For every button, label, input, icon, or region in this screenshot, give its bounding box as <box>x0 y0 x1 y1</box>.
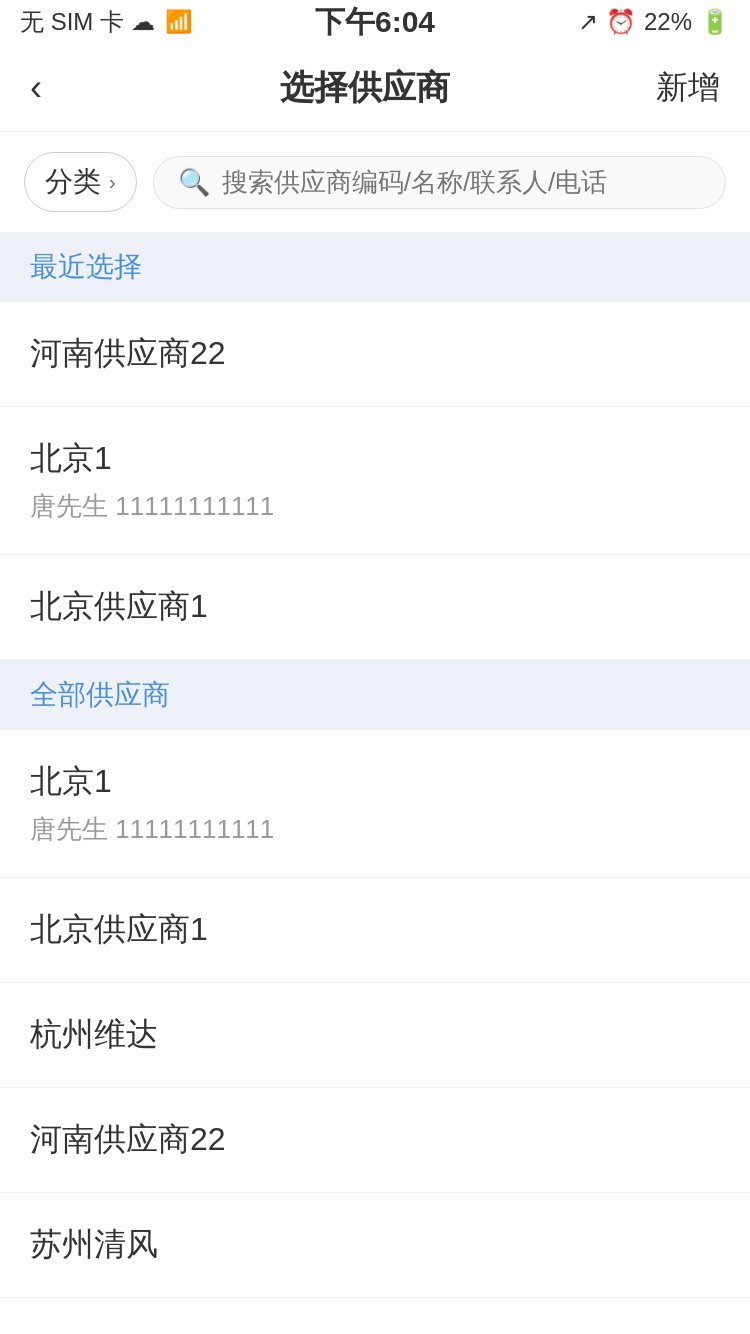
recent-section-label: 最近选择 <box>30 251 142 282</box>
location-icon: ↗ <box>578 8 598 36</box>
recent-section-header: 最近选择 <box>0 232 750 302</box>
list-item[interactable]: 河南供应商22 <box>0 1088 750 1193</box>
supplier-name: 河南供应商22 <box>30 332 720 376</box>
list-item[interactable]: 北京供应商1 <box>0 555 750 660</box>
supplier-name: 北京供应商1 <box>30 908 720 952</box>
back-button[interactable]: ‹ <box>30 67 90 109</box>
chevron-right-icon: › <box>109 171 116 194</box>
search-icon: 🔍 <box>178 167 210 198</box>
battery-icon: 🔋 <box>700 8 730 36</box>
status-time: 下午6:04 <box>315 2 435 43</box>
category-button[interactable]: 分类 › <box>24 152 137 212</box>
nav-bar: ‹ 选择供应商 新增 <box>0 44 750 132</box>
list-item[interactable]: 河南供应商22 <box>0 302 750 407</box>
filter-bar: 分类 › 🔍 <box>0 132 750 232</box>
list-item[interactable]: 北京1 唐先生 11111111111 <box>0 407 750 555</box>
recent-list: 河南供应商22 北京1 唐先生 11111111111 北京供应商1 <box>0 302 750 660</box>
list-item[interactable]: 杭州维达 <box>0 983 750 1088</box>
status-bar: 无 SIM 卡 ☁ 📶 下午6:04 ↗ ⏰ 22% 🔋 <box>0 0 750 44</box>
wifi-icon: 📶 <box>165 9 192 35</box>
all-section-label: 全部供应商 <box>30 679 170 710</box>
status-right: ↗ ⏰ 22% 🔋 <box>578 8 730 36</box>
supplier-name: 北京1 <box>30 437 720 481</box>
supplier-name: 北京1 <box>30 760 720 804</box>
supplier-name: 苏州清风 <box>30 1223 720 1267</box>
add-button[interactable]: 新增 <box>640 66 720 110</box>
supplier-name: 北京供应商1 <box>30 585 720 629</box>
all-section-header: 全部供应商 <box>0 660 750 730</box>
supplier-sub: 唐先生 11111111111 <box>30 489 720 524</box>
supplier-name: 杭州维达 <box>30 1013 720 1057</box>
search-box: 🔍 <box>153 156 726 209</box>
supplier-name: 河南供应商22 <box>30 1118 720 1162</box>
status-left: 无 SIM 卡 ☁ 📶 <box>20 6 192 38</box>
no-sim-label: 无 SIM 卡 ☁ <box>20 6 155 38</box>
search-input[interactable] <box>222 167 701 198</box>
list-item[interactable]: 北京1 唐先生 11111111111 <box>0 730 750 878</box>
supplier-sub: 唐先生 11111111111 <box>30 812 720 847</box>
battery-label: 22% <box>644 8 692 36</box>
page-title: 选择供应商 <box>90 65 640 111</box>
list-item[interactable]: 苏州清风 <box>0 1193 750 1298</box>
list-item[interactable]: 北京供应商1 <box>0 878 750 983</box>
category-label: 分类 <box>45 163 101 201</box>
all-list: 北京1 唐先生 11111111111 北京供应商1 杭州维达河南供应商22 苏州清风 <box>0 730 750 1298</box>
alarm-icon: ⏰ <box>606 8 636 36</box>
